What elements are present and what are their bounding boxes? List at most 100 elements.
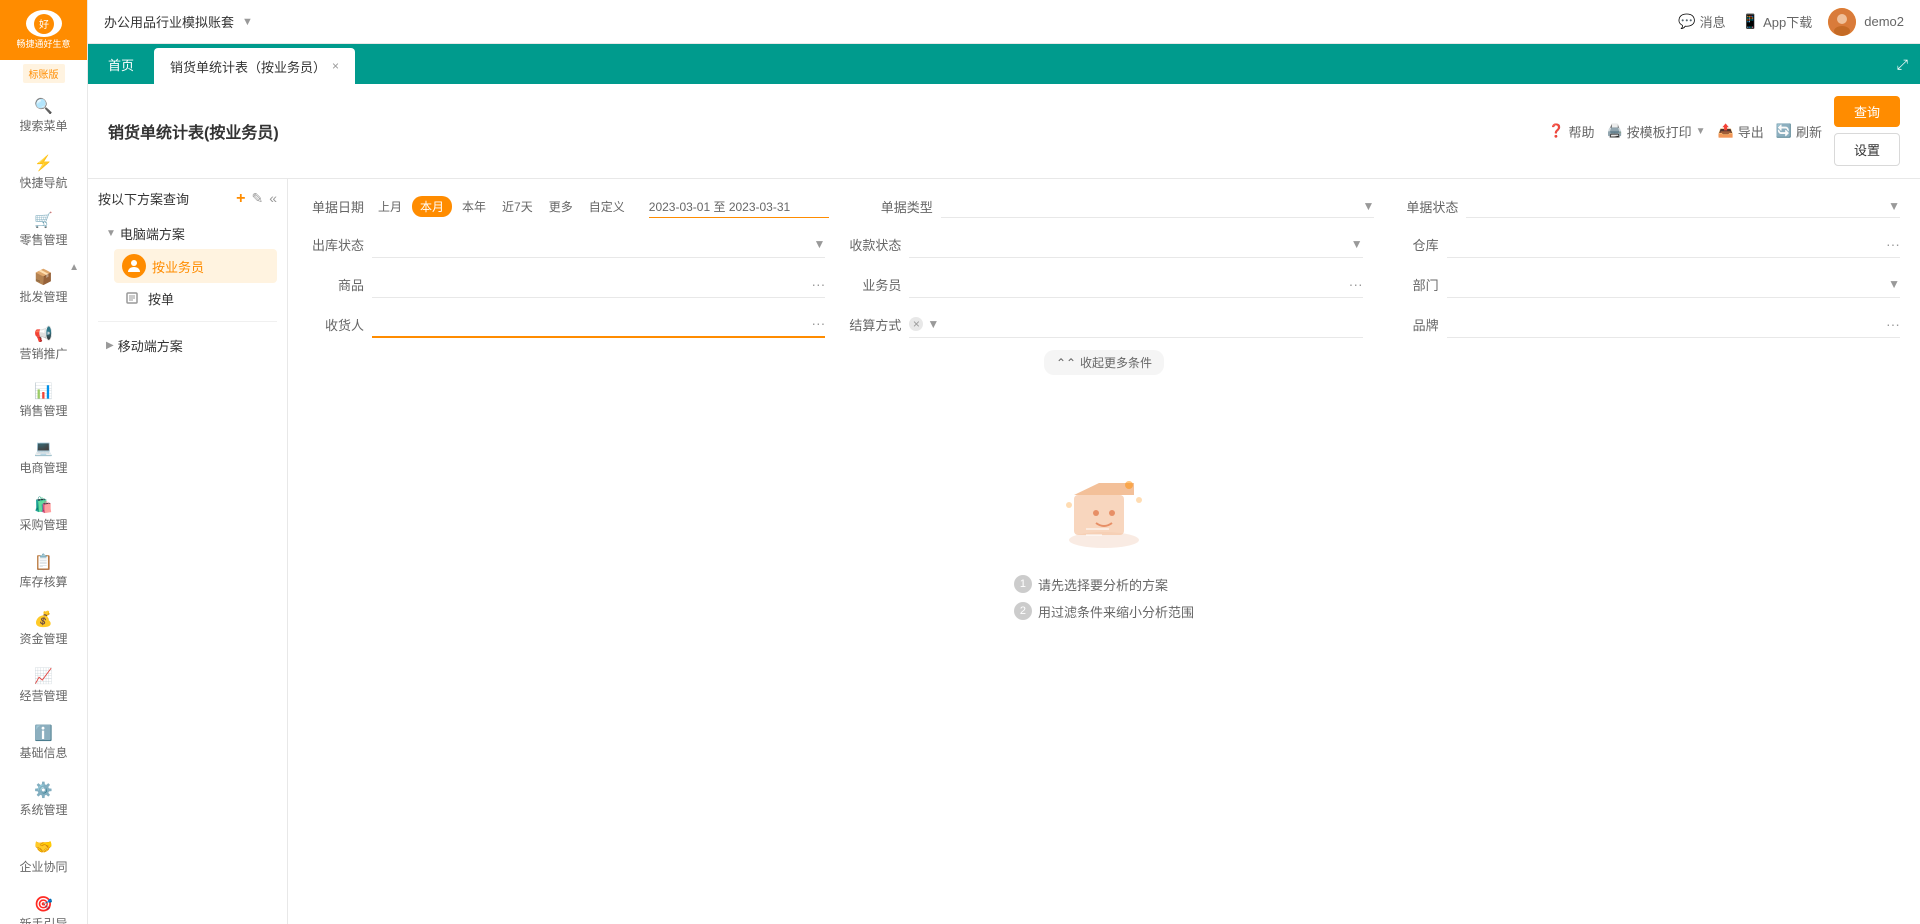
tab-active[interactable]: 销货单统计表（按业务员） × [154, 48, 355, 84]
query-button[interactable]: 查询 [1834, 96, 1900, 127]
scheme-salesman[interactable]: 按业务员 [114, 249, 277, 283]
logo: 好 畅捷通好生意 [0, 0, 87, 60]
salesman-control[interactable]: ··· [909, 270, 1362, 298]
export-label: 导出 [1738, 122, 1764, 141]
sidebar-item-enterprise-label: 企业协同 [19, 858, 67, 875]
scheme-pc[interactable]: ▼ 电脑端方案 [98, 218, 277, 249]
sidebar-item-quick-nav-label: 快捷导航 [19, 174, 67, 191]
warehouse-label: 仓库 [1383, 235, 1439, 254]
goods-control[interactable]: ··· [372, 270, 825, 298]
sidebar-item-search[interactable]: 🔍 搜索菜单 [0, 87, 87, 144]
goods-filter: 商品 ··· [308, 270, 825, 298]
edit-scheme-icon[interactable]: ✎ [251, 190, 263, 208]
doc-status-label: 单据状态 [1402, 197, 1458, 216]
sidebar-item-system[interactable]: ⚙️ 系统管理 [0, 771, 87, 828]
page: 销货单统计表(按业务员) ❓ 帮助 🖨️ 按模板打印 ▼ 📤 导出 [88, 84, 1920, 924]
scheme-mobile-expand-icon: ▶ [106, 340, 114, 351]
topbar-left: 办公用品行业模拟账套 ▼ [104, 12, 253, 31]
sidebar-item-search-label: 搜索菜单 [19, 117, 67, 134]
date-tab-this-year[interactable]: 本年 [456, 196, 492, 217]
left-panel: 按以下方案查询 + ✎ « ▼ 电脑端方案 [88, 179, 288, 924]
print-dropdown-icon[interactable]: ▼ [1696, 126, 1706, 137]
date-tab-custom[interactable]: 自定义 [583, 196, 631, 217]
brand-label: 品牌 [1383, 315, 1439, 334]
help-btn[interactable]: ❓ 帮助 [1548, 122, 1594, 141]
doc-status-dropdown-icon: ▼ [1888, 199, 1900, 213]
sidebar-item-finance[interactable]: 💰 资金管理 [0, 600, 87, 657]
tab-home-label: 首页 [108, 58, 134, 73]
page-actions: ❓ 帮助 🖨️ 按模板打印 ▼ 📤 导出 🔄 刷新 [1548, 96, 1900, 166]
left-panel-title: 按以下方案查询 [98, 189, 189, 208]
sidebar-item-inventory[interactable]: 📋 库存核算 [0, 543, 87, 600]
sidebar-item-ecommerce[interactable]: 💻 电商管理 [0, 429, 87, 486]
sidebar-item-quick-nav[interactable]: ⚡ 快捷导航 [0, 144, 87, 201]
consignee-more-icon: ··· [811, 315, 825, 331]
collapse-panel-icon[interactable]: « [269, 190, 277, 208]
refresh-btn[interactable]: 🔄 刷新 [1776, 122, 1822, 141]
sidebar-item-wholesale[interactable]: 📦 批发管理 ▲ [0, 258, 87, 315]
sidebar-item-ecommerce-label: 电商管理 [19, 459, 67, 476]
settlement-clear-icon[interactable]: × [909, 317, 923, 331]
svg-text:好: 好 [39, 19, 49, 31]
collapse-up-icon: ⌃⌃ [1056, 356, 1076, 370]
dept-control[interactable]: ▼ [1447, 270, 1900, 298]
settings-button[interactable]: 设置 [1834, 133, 1900, 166]
template-print-label: 按模板打印 [1627, 122, 1692, 141]
scheme-mobile[interactable]: ▶ 移动端方案 [98, 330, 277, 361]
tab-expand-icon[interactable]: ⤢ [1897, 56, 1908, 73]
filter-row-4: 收货人 ··· 结算方式 × ▼ [308, 310, 1900, 338]
topbar-dropdown-icon[interactable]: ▼ [242, 16, 253, 28]
doc-type-control[interactable]: ▼ [941, 195, 1375, 218]
tab-close-icon[interactable]: × [332, 59, 339, 73]
user-avatar-area[interactable]: demo2 [1828, 8, 1904, 36]
brand-control[interactable]: ··· [1447, 310, 1900, 338]
sidebar-item-sales[interactable]: 📊 销售管理 [0, 372, 87, 429]
export-btn[interactable]: 📤 导出 [1718, 122, 1764, 141]
sidebar-item-retail[interactable]: 🛒 零售管理 [0, 201, 87, 258]
quick-nav-icon: ⚡ [34, 154, 53, 172]
tab-home[interactable]: 首页 [88, 55, 154, 74]
date-tab-this-month[interactable]: 本月 [412, 196, 452, 217]
date-tab-last-month[interactable]: 上月 [372, 196, 408, 217]
out-status-dropdown-icon: ▼ [813, 237, 825, 251]
sidebar-item-operations[interactable]: 📈 经营管理 [0, 657, 87, 714]
collapse-button[interactable]: ⌃⌃ 收起更多条件 [1044, 350, 1164, 375]
app-download-btn[interactable]: 📱 App下载 [1742, 12, 1813, 31]
consignee-control[interactable]: ··· [372, 310, 825, 338]
collapse-row: ⌃⌃ 收起更多条件 [308, 350, 1900, 375]
scheme-by-order[interactable]: 按单 [114, 283, 277, 313]
add-scheme-icon[interactable]: + [236, 190, 245, 208]
tag-label: 标账版 [23, 64, 65, 83]
out-status-filter: 出库状态 ▼ [308, 230, 825, 258]
message-label: 消息 [1700, 12, 1726, 31]
date-range-display[interactable]: 2023-03-01 至 2023-03-31 [649, 196, 829, 218]
sidebar-item-purchase[interactable]: 🛍️ 采购管理 [0, 486, 87, 543]
sidebar-item-guide-label: 新手引导 [19, 915, 67, 924]
sidebar-item-operations-label: 经营管理 [19, 687, 67, 704]
topbar: 办公用品行业模拟账套 ▼ 💬 消息 📱 App下载 demo2 [88, 0, 1920, 44]
empty-icon [1044, 455, 1164, 555]
sidebar-item-enterprise[interactable]: 🤝 企业协同 [0, 828, 87, 885]
message-btn[interactable]: 💬 消息 [1678, 12, 1725, 31]
sidebar-item-inventory-label: 库存核算 [19, 573, 67, 590]
date-tab-more[interactable]: 更多 [543, 196, 579, 217]
recv-status-control[interactable]: ▼ [909, 230, 1362, 258]
doc-status-control[interactable]: ▼ [1466, 195, 1900, 218]
purchase-icon: 🛍️ [34, 496, 53, 514]
doc-type-dropdown-icon: ▼ [1363, 199, 1375, 213]
out-status-control[interactable]: ▼ [372, 230, 825, 258]
empty-tip-1: 1 请先选择要分析的方案 [1014, 575, 1194, 594]
sidebar-item-guide[interactable]: 🎯 新手引导 [0, 885, 87, 924]
tip-num-2: 2 [1014, 602, 1032, 620]
sidebar-item-marketing[interactable]: 📢 营销推广 [0, 315, 87, 372]
topbar-right: 💬 消息 📱 App下载 demo2 [1678, 8, 1904, 36]
settlement-label: 结算方式 [845, 315, 901, 334]
sidebar-item-basic-info[interactable]: ℹ️ 基础信息 [0, 714, 87, 771]
basic-info-icon: ℹ️ [34, 724, 53, 742]
out-status-label: 出库状态 [308, 235, 364, 254]
template-print-btn[interactable]: 🖨️ 按模板打印 ▼ [1606, 122, 1705, 141]
settlement-control[interactable]: × ▼ [909, 310, 1362, 338]
date-tab-7days[interactable]: 近7天 [496, 196, 539, 217]
warehouse-control[interactable]: ··· [1447, 230, 1900, 258]
content-area: 按以下方案查询 + ✎ « ▼ 电脑端方案 [88, 179, 1920, 924]
